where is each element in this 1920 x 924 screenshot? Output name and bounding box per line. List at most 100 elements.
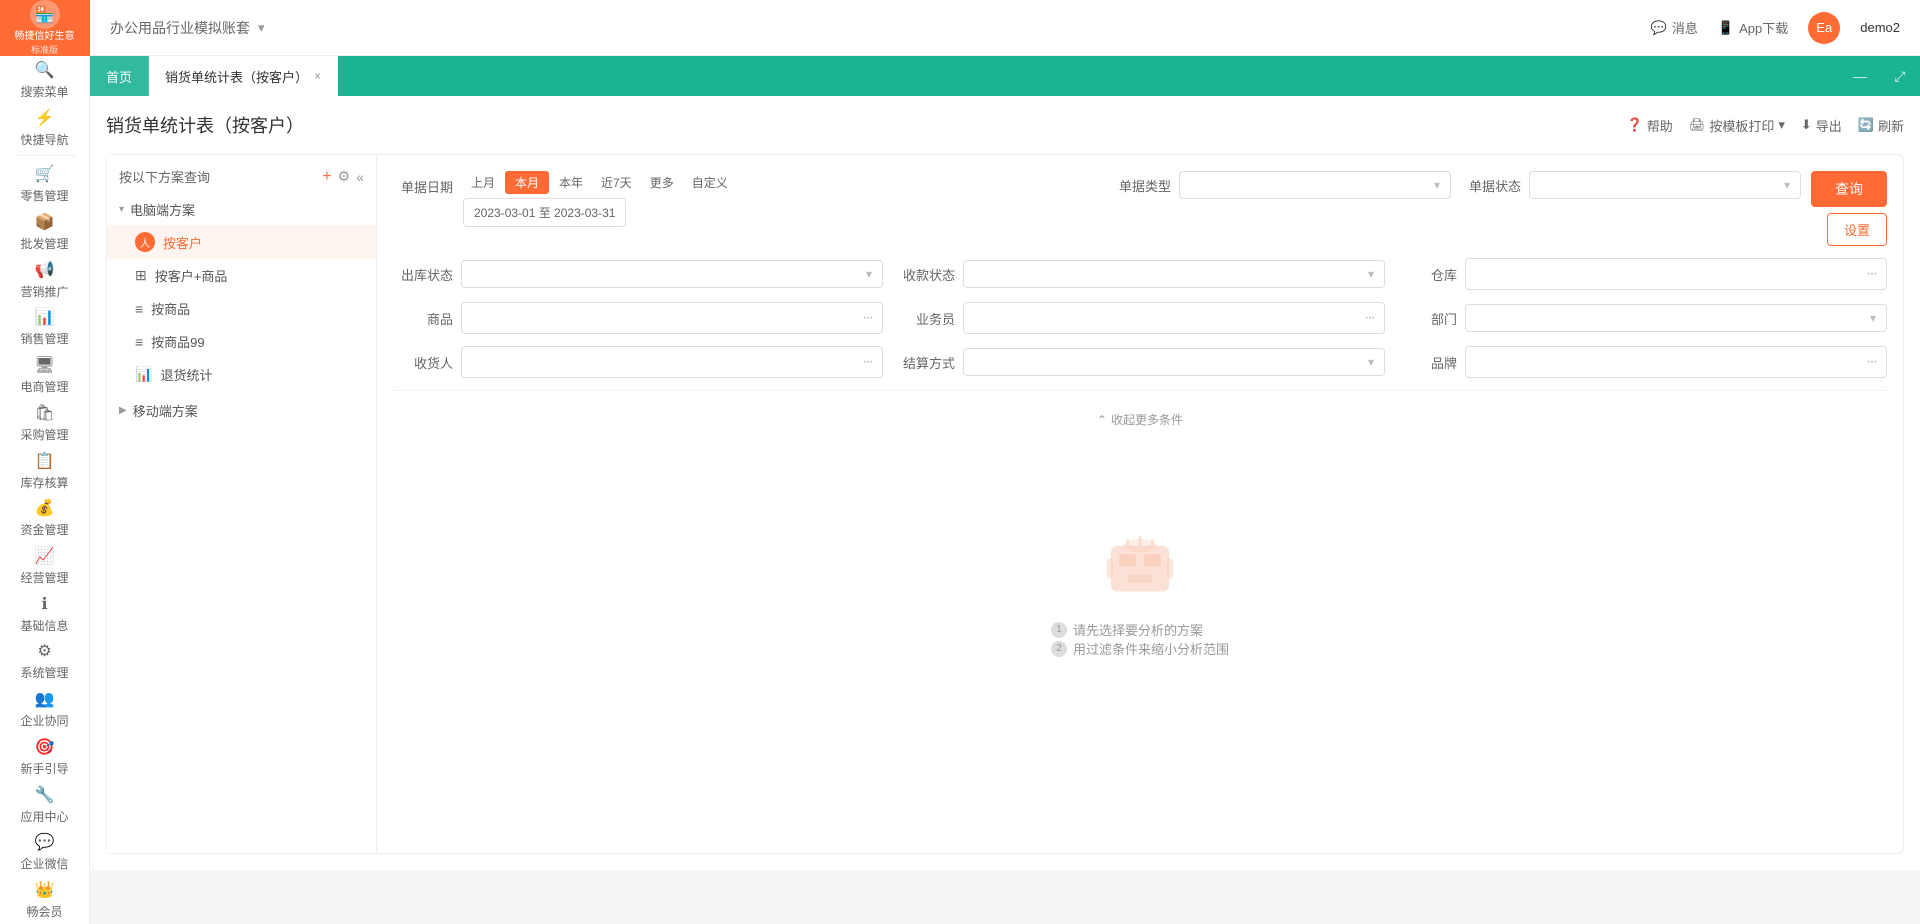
filter-row-2: 出库状态 ▾ 收款状态 ▾ xyxy=(393,258,1887,290)
sidebar-item-collab[interactable]: 👥 企业协同 xyxy=(0,685,90,733)
tab-minimize-btn[interactable]: — xyxy=(1840,56,1880,96)
brand-input[interactable]: ··· xyxy=(1465,346,1887,378)
app-logo[interactable]: 🏪 畅捷信好生意 标准版 xyxy=(0,0,90,56)
sidebar-item-ecommerce[interactable]: 🖥 电商管理 xyxy=(0,351,90,399)
sidebar-item-wechat[interactable]: 💬 企业微信 xyxy=(0,828,90,876)
sidebar-item-wholesale[interactable]: 📦 批发管理 xyxy=(0,208,90,256)
scheme-group-pc-label: 电脑端方案 xyxy=(130,200,195,219)
sidebar-label-quick-nav: 快捷导航 xyxy=(20,131,68,148)
collab-icon: 👥 xyxy=(35,689,55,709)
stock-status-select[interactable]: ▾ xyxy=(461,260,883,288)
sidebar-label-collab: 企业协同 xyxy=(20,712,68,729)
app-center-icon: 🔧 xyxy=(35,785,55,805)
query-btn[interactable]: 查询 xyxy=(1811,171,1887,207)
department-select[interactable]: ▾ xyxy=(1465,304,1887,332)
date-btn-more[interactable]: 更多 xyxy=(642,171,682,194)
app-download-btn[interactable]: 📱 App下载 xyxy=(1718,18,1788,37)
scheme-item-by-customer-goods[interactable]: ⊞ 按客户+商品 xyxy=(107,259,376,292)
date-range-display[interactable]: 2023-03-01 至 2023-03-31 xyxy=(463,198,626,227)
sidebar-item-inventory[interactable]: 📋 库存核算 xyxy=(0,447,90,495)
tab-close-icon[interactable]: × xyxy=(314,69,321,83)
recipient-label: 收货人 xyxy=(393,353,453,372)
left-panel-actions: + ⚙ « xyxy=(322,168,364,186)
tab-sales-stats[interactable]: 销货单统计表（按客户） × xyxy=(149,56,338,96)
sidebar-item-sales[interactable]: 📊 销售管理 xyxy=(0,304,90,352)
sidebar-item-retail[interactable]: 🛒 零售管理 xyxy=(0,160,90,208)
sidebar-item-purchase[interactable]: 🛍 采购管理 xyxy=(0,399,90,447)
action-buttons: 查询 设置 xyxy=(1811,171,1887,246)
sidebar-item-guide[interactable]: 🎯 新手引导 xyxy=(0,733,90,781)
settlement-select[interactable]: ▾ xyxy=(963,348,1385,376)
sidebar-item-marketing[interactable]: 📢 营销推广 xyxy=(0,256,90,304)
sales-icon: 📊 xyxy=(35,307,55,327)
date-btn-this-year[interactable]: 本年 xyxy=(551,171,591,194)
scheme-item-by-goods99-label: 按商品99 xyxy=(151,332,204,351)
collapse-panel-btn[interactable]: « xyxy=(356,169,364,185)
refresh-btn[interactable]: 🔄 刷新 xyxy=(1858,116,1904,135)
scheme-group-pc-header[interactable]: ▾ 电脑端方案 xyxy=(107,194,376,225)
scheme-item-by-goods[interactable]: ≡ 按商品 xyxy=(107,292,376,325)
export-btn[interactable]: ⬇ 导出 xyxy=(1801,116,1842,135)
scheme-item-return-stats[interactable]: 📊 退货统计 xyxy=(107,358,376,391)
industry-dropdown-icon[interactable]: ▾ xyxy=(258,20,265,36)
scheme-item-by-goods99[interactable]: ≡ 按商品99 xyxy=(107,325,376,358)
recipient-filter: 收货人 ··· xyxy=(393,346,883,378)
settings-btn[interactable]: 设置 xyxy=(1827,213,1887,246)
scheme-item-by-customer-label: 按客户 xyxy=(163,233,202,252)
empty-tip-2: 2 用过滤条件来缩小分析范围 xyxy=(1051,639,1229,658)
order-type-select[interactable]: ▾ xyxy=(1179,171,1451,199)
payment-status-select[interactable]: ▾ xyxy=(963,260,1385,288)
message-btn[interactable]: 💬 消息 xyxy=(1651,18,1698,37)
user-name: demo2 xyxy=(1860,20,1900,35)
retail-icon: 🛒 xyxy=(35,164,55,184)
warehouse-input[interactable]: ··· xyxy=(1465,258,1887,290)
tab-home[interactable]: 首页 xyxy=(90,56,149,96)
left-panel-header: 按以下方案查询 + ⚙ « xyxy=(107,167,376,194)
sidebar-divider-1 xyxy=(15,155,75,156)
sidebar-item-search[interactable]: 🔍 搜索菜单 xyxy=(0,56,90,104)
stock-status-label: 出库状态 xyxy=(393,265,453,284)
order-status-filter: 单据状态 ▾ xyxy=(1461,171,1801,199)
sidebar-item-quick-nav[interactable]: ⚡ 快捷导航 xyxy=(0,104,90,152)
print-btn[interactable]: 🖨 按模板打印 ▾ xyxy=(1689,116,1785,135)
order-status-select[interactable]: ▾ xyxy=(1529,171,1801,199)
goods99-icon: ≡ xyxy=(135,334,143,350)
recipient-input[interactable]: ··· xyxy=(461,346,883,378)
sidebar-item-finance[interactable]: 💰 资金管理 xyxy=(0,494,90,542)
goods-input[interactable]: ··· xyxy=(461,302,883,334)
date-btn-last-7-days[interactable]: 近7天 xyxy=(593,171,640,194)
sidebar-item-system[interactable]: ⚙ 系统管理 xyxy=(0,638,90,686)
tab-controls: — ⤢ xyxy=(1840,56,1920,96)
sidebar-item-base-info[interactable]: ℹ 基础信息 xyxy=(0,590,90,638)
app-download-label: App下载 xyxy=(1739,18,1788,37)
sidebar-label-base-info: 基础信息 xyxy=(20,617,68,634)
tab-maximize-btn[interactable]: ⤢ xyxy=(1880,56,1920,96)
print-arrow-icon: ▾ xyxy=(1778,117,1785,133)
sidebar-label-purchase: 采购管理 xyxy=(20,426,68,443)
empty-state-icon xyxy=(1090,504,1190,604)
add-scheme-btn[interactable]: + xyxy=(322,168,331,186)
sidebar-label-wechat: 企业微信 xyxy=(20,855,68,872)
staff-input[interactable]: ··· xyxy=(963,302,1385,334)
page-content: 销货单统计表（按客户） ❓ 帮助 🖨 按模板打印 ▾ ⬇ 导出 xyxy=(90,96,1920,924)
scheme-group-pc-arrow: ▾ xyxy=(119,204,124,215)
date-btn-custom[interactable]: 自定义 xyxy=(684,171,736,194)
user-avatar[interactable]: Ea xyxy=(1808,12,1840,44)
settlement-arrow-icon: ▾ xyxy=(1368,355,1374,369)
sidebar-item-vip[interactable]: 👑 畅会员 xyxy=(0,876,90,924)
scheme-group-mobile-header[interactable]: ▶ 移动端方案 xyxy=(107,395,376,426)
brand-filter: 品牌 ··· xyxy=(1397,346,1887,378)
settings-scheme-btn[interactable]: ⚙ xyxy=(338,168,351,185)
collapse-label: 收起更多条件 xyxy=(1111,411,1183,428)
sidebar-item-app-center[interactable]: 🔧 应用中心 xyxy=(0,781,90,829)
department-filter: 部门 ▾ xyxy=(1397,302,1887,334)
print-icon: 🖨 xyxy=(1689,117,1706,133)
sidebar-item-business[interactable]: 📈 经营管理 xyxy=(0,542,90,590)
collapse-btn[interactable]: ⌃ 收起更多条件 xyxy=(1089,403,1191,436)
help-btn[interactable]: ❓ 帮助 xyxy=(1627,116,1673,135)
goods-filter-label: 商品 xyxy=(393,309,453,328)
date-btn-last-month[interactable]: 上月 xyxy=(463,171,503,194)
sidebar-label-system: 系统管理 xyxy=(20,664,68,681)
date-btn-this-month[interactable]: 本月 xyxy=(505,171,549,194)
scheme-item-by-customer[interactable]: 人 按客户 xyxy=(107,225,376,259)
